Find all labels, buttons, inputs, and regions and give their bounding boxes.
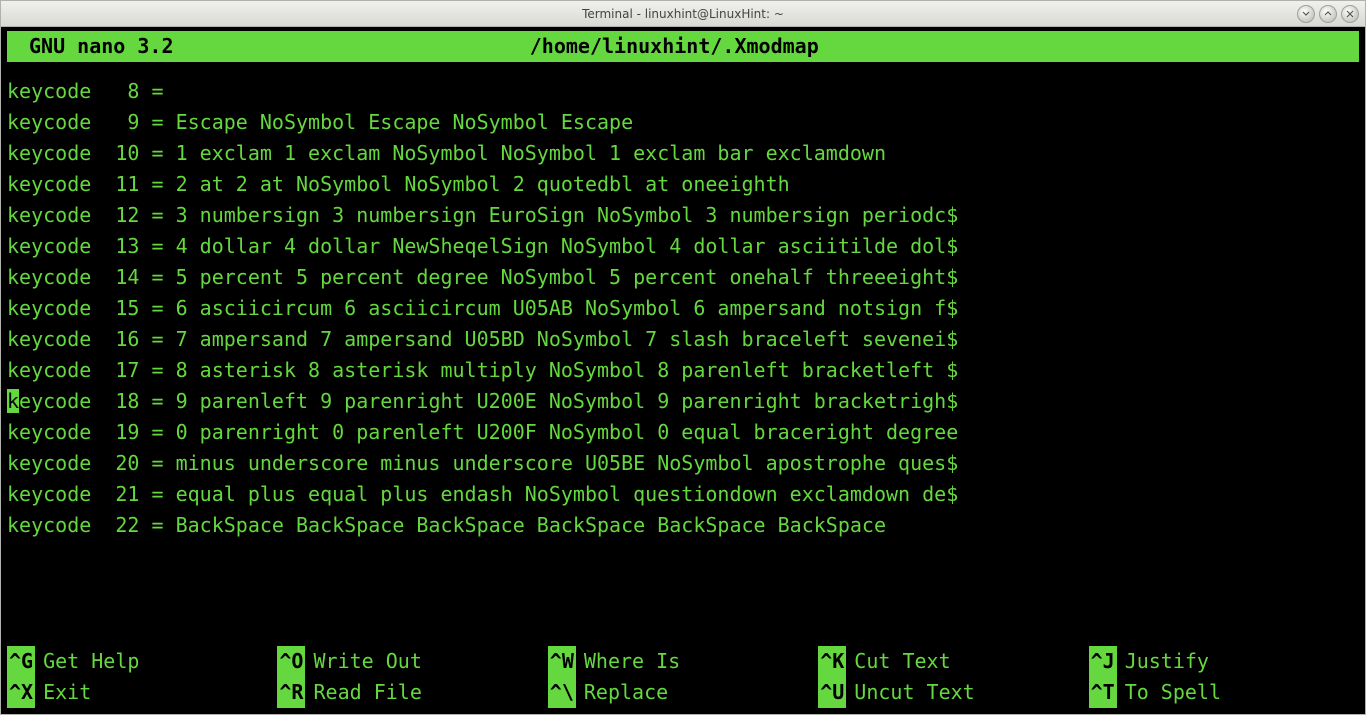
shortcut-item: ^T To Spell	[1089, 677, 1359, 708]
shortcut-label: Uncut Text	[854, 677, 974, 708]
titlebar: Terminal - linuxhint@LinuxHint: ~	[1, 1, 1365, 27]
editor-line: keycode 18 = 9 parenleft 9 parenright U2…	[7, 386, 1359, 417]
shortcut-label: Exit	[43, 677, 91, 708]
editor-line: keycode 10 = 1 exclam 1 exclam NoSymbol …	[7, 138, 1359, 169]
editor-line: keycode 12 = 3 numbersign 3 numbersign E…	[7, 200, 1359, 231]
editor-line: keycode 8 =	[7, 76, 1359, 107]
nano-header: GNU nano 3.2 /home/linuxhint/.Xmodmap	[7, 31, 1359, 62]
editor-line: keycode 13 = 4 dollar 4 dollar NewSheqel…	[7, 231, 1359, 262]
editor-line: keycode 15 = 6 asciicircum 6 asciicircum…	[7, 293, 1359, 324]
terminal-window: Terminal - linuxhint@LinuxHint: ~ GNU na…	[0, 0, 1366, 715]
shortcut-label: Justify	[1125, 646, 1209, 677]
shortcut-label: Get Help	[43, 646, 139, 677]
shortcut-item: ^O Write Out	[277, 646, 547, 677]
close-button[interactable]	[1341, 5, 1359, 23]
maximize-button[interactable]	[1319, 5, 1337, 23]
shortcut-item: ^K Cut Text	[818, 646, 1088, 677]
editor-line: keycode 16 = 7 ampersand 7 ampersand U05…	[7, 324, 1359, 355]
editor-content[interactable]: keycode 8 =keycode 9 = Escape NoSymbol E…	[7, 76, 1359, 640]
shortcut-item: ^R Read File	[277, 677, 547, 708]
shortcut-item: ^X Exit	[7, 677, 277, 708]
editor-line: keycode 9 = Escape NoSymbol Escape NoSym…	[7, 107, 1359, 138]
shortcut-key: ^J	[1089, 646, 1117, 677]
shortcut-label: To Spell	[1125, 677, 1221, 708]
editor-line: keycode 14 = 5 percent 5 percent degree …	[7, 262, 1359, 293]
shortcut-key: ^X	[7, 677, 35, 708]
window-title: Terminal - linuxhint@LinuxHint: ~	[582, 7, 784, 21]
shortcut-label: Read File	[313, 677, 421, 708]
nano-version: GNU nano 3.2	[11, 31, 174, 62]
text-cursor: k	[7, 389, 19, 413]
window-buttons	[1297, 5, 1359, 23]
editor-line: keycode 22 = BackSpace BackSpace BackSpa…	[7, 510, 1359, 541]
minimize-button[interactable]	[1297, 5, 1315, 23]
shortcut-key: ^T	[1089, 677, 1117, 708]
shortcut-key: ^\	[548, 677, 576, 708]
shortcut-item: ^G Get Help	[7, 646, 277, 677]
shortcut-label: Write Out	[313, 646, 421, 677]
shortcut-label: Replace	[584, 677, 668, 708]
nano-shortcuts: ^G Get Help ^O Write Out ^W Where Is ^K Cut Tex…	[7, 646, 1359, 708]
editor-line: keycode 11 = 2 at 2 at NoSymbol NoSymbol…	[7, 169, 1359, 200]
terminal-area[interactable]: GNU nano 3.2 /home/linuxhint/.Xmodmap ke…	[1, 27, 1365, 714]
shortcut-item: ^\ Replace	[548, 677, 818, 708]
shortcut-item: ^W Where Is	[548, 646, 818, 677]
nano-filepath: /home/linuxhint/.Xmodmap	[174, 31, 1356, 62]
editor-line: keycode 21 = equal plus equal plus endas…	[7, 479, 1359, 510]
editor-line: keycode 20 = minus underscore minus unde…	[7, 448, 1359, 479]
shortcut-key: ^K	[818, 646, 846, 677]
shortcut-label: Where Is	[584, 646, 680, 677]
shortcut-key: ^R	[277, 677, 305, 708]
shortcut-key: ^U	[818, 677, 846, 708]
editor-line: keycode 19 = 0 parenright 0 parenleft U2…	[7, 417, 1359, 448]
shortcut-item: ^U Uncut Text	[818, 677, 1088, 708]
shortcut-key: ^W	[548, 646, 576, 677]
shortcut-key: ^O	[277, 646, 305, 677]
editor-line: keycode 17 = 8 asterisk 8 asterisk multi…	[7, 355, 1359, 386]
shortcut-label: Cut Text	[854, 646, 950, 677]
shortcut-key: ^G	[7, 646, 35, 677]
shortcut-item: ^J Justify	[1089, 646, 1359, 677]
